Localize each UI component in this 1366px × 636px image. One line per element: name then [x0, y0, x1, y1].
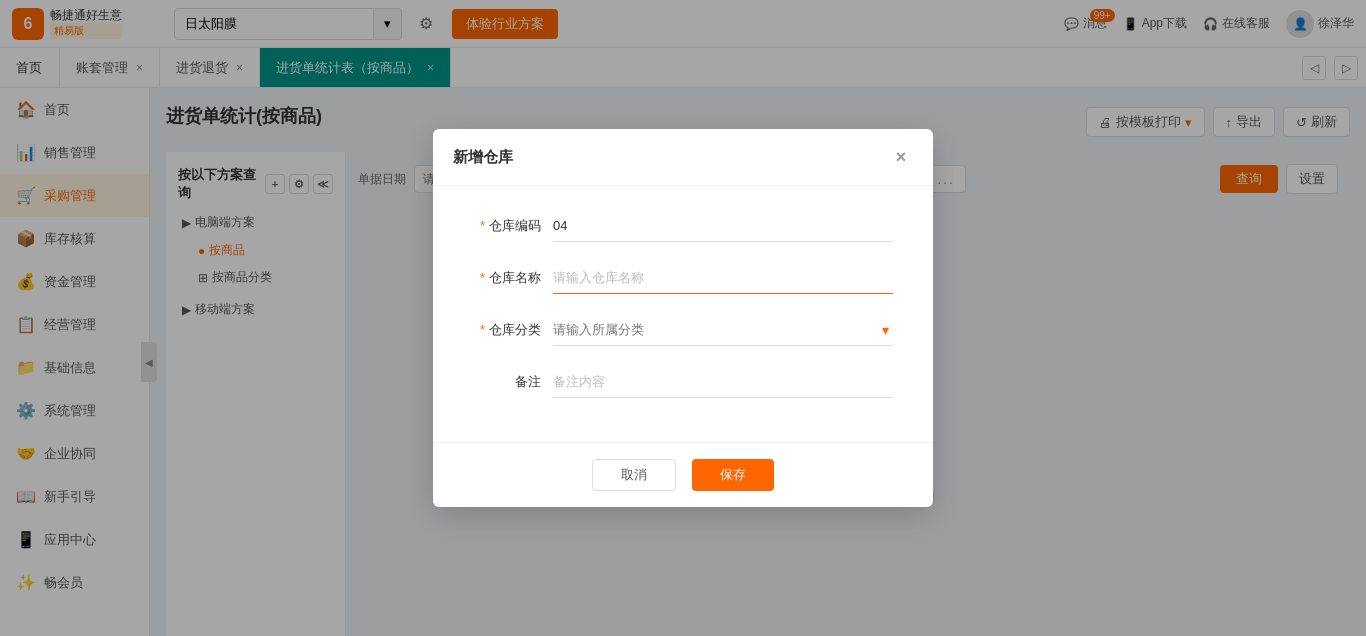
warehouse-category-row: 仓库分类 ▾ — [473, 314, 893, 346]
category-dropdown-icon: ▾ — [882, 322, 889, 338]
modal-body: 仓库编码 仓库名称 仓库分类 ▾ 备注 — [433, 186, 933, 442]
warehouse-category-input[interactable] — [553, 318, 893, 341]
modal-close-btn[interactable]: × — [889, 145, 913, 169]
warehouse-name-input[interactable] — [553, 262, 893, 294]
warehouse-code-input[interactable] — [553, 210, 893, 242]
modal-new-warehouse: 新增仓库 × 仓库编码 仓库名称 仓库分类 ▾ — [433, 129, 933, 507]
warehouse-remark-input[interactable] — [553, 366, 893, 398]
modal-header: 新增仓库 × — [433, 129, 933, 186]
warehouse-name-row: 仓库名称 — [473, 262, 893, 294]
save-button[interactable]: 保存 — [692, 459, 774, 491]
warehouse-remark-row: 备注 — [473, 366, 893, 398]
warehouse-remark-label: 备注 — [473, 373, 553, 391]
warehouse-code-row: 仓库编码 — [473, 210, 893, 242]
warehouse-name-label: 仓库名称 — [473, 269, 553, 287]
modal-overlay: 新增仓库 × 仓库编码 仓库名称 仓库分类 ▾ — [0, 0, 1366, 636]
cancel-button[interactable]: 取消 — [592, 459, 676, 491]
modal-footer: 取消 保存 — [433, 442, 933, 507]
warehouse-category-select[interactable]: ▾ — [553, 314, 893, 346]
warehouse-category-label: 仓库分类 — [473, 321, 553, 339]
modal-title: 新增仓库 — [453, 148, 513, 167]
warehouse-code-label: 仓库编码 — [473, 217, 553, 235]
